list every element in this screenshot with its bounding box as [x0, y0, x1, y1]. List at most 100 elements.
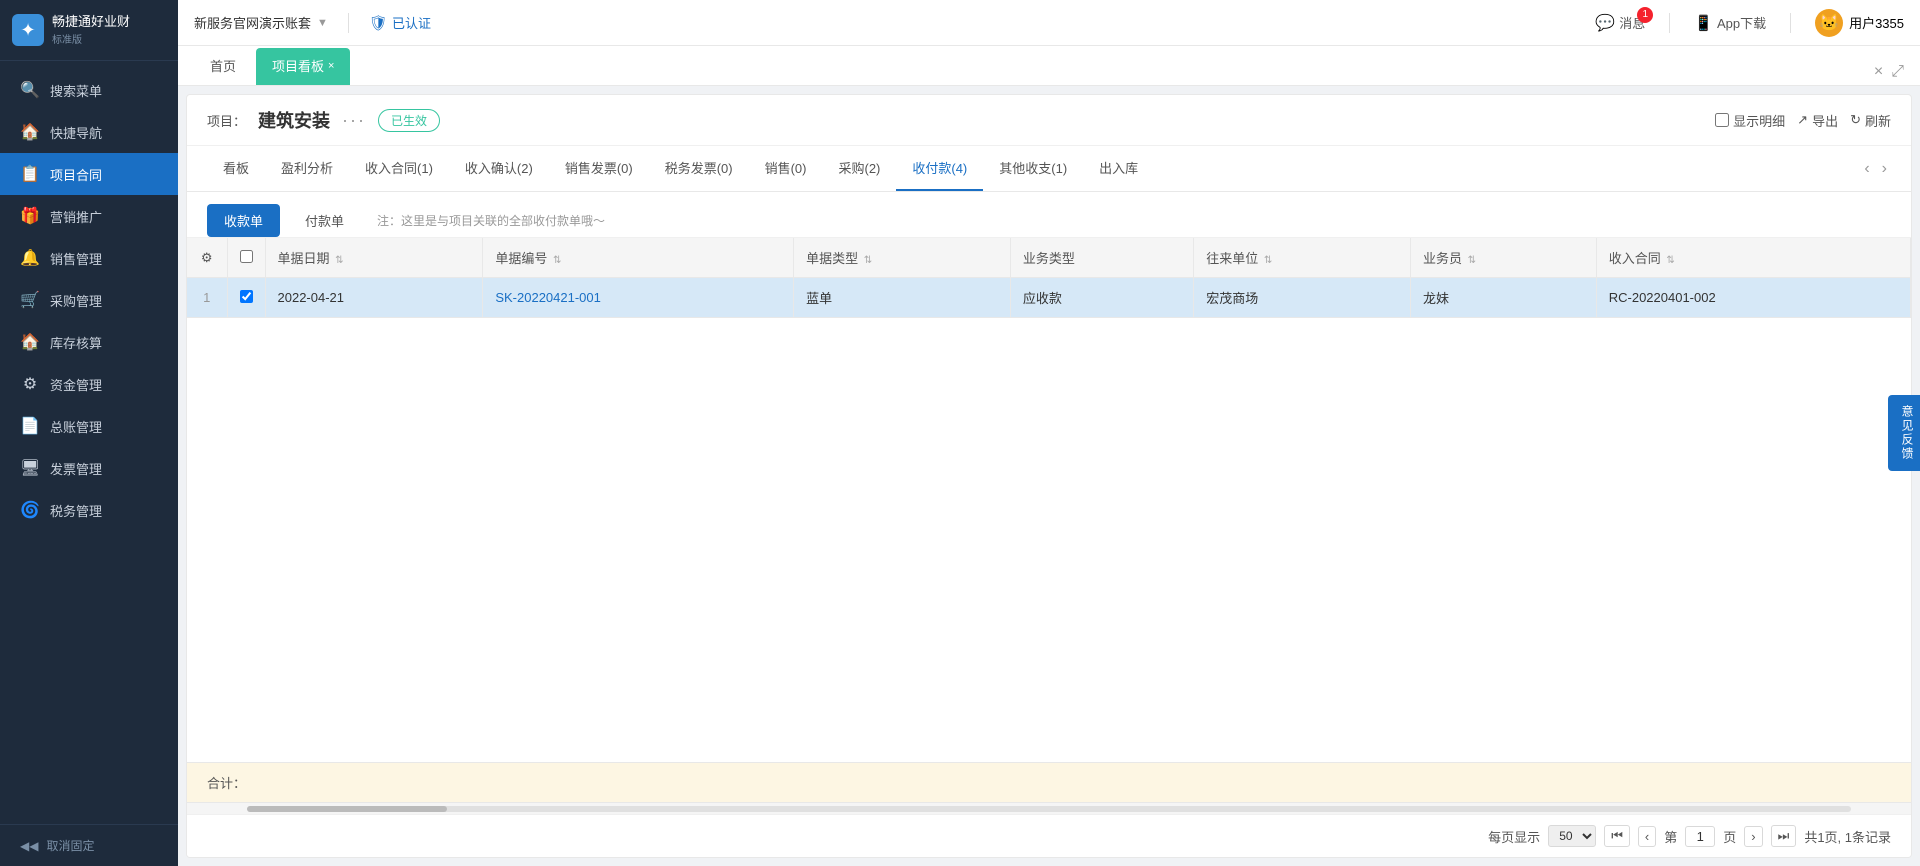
table-wrapper: ⚙ 单据日期 ⇅ 单据编号 ⇅ 单据类型 — [187, 238, 1911, 762]
tab-home-label: 首页 — [210, 56, 236, 75]
tab-receipt[interactable]: 收款单 — [207, 204, 280, 237]
sidebar-item-4[interactable]: 🔔 销售管理 — [0, 237, 178, 279]
show-detail-label[interactable]: 显示明细 — [1715, 111, 1785, 130]
project-dropdown-icon: ▼ — [317, 17, 328, 29]
tab-close-icon[interactable]: × — [328, 60, 334, 72]
biz-type-cell: 应收款 — [1010, 278, 1193, 318]
pagination: 每页显示 50 ⏮ ‹ 第 1 页 › ⏭ 共1页, 1条记录 — [187, 814, 1911, 857]
nav-icon-8: 📄 — [20, 416, 40, 436]
project-label: 项目： — [207, 111, 246, 130]
app-info: 畅捷通好业财 标准版 — [52, 14, 130, 46]
app-download-btn[interactable]: 📱 App下载 — [1694, 13, 1766, 32]
tab-payment[interactable]: 付款单 — [288, 204, 361, 237]
horizontal-scrollbar[interactable] — [187, 802, 1911, 814]
sub-tabs: 看板盈利分析收入合同(1)收入确认(2)销售发票(0)税务发票(0)销售(0)采… — [187, 146, 1911, 192]
feedback-btn[interactable]: 意见反馈 — [1888, 395, 1920, 471]
sidebar-item-10[interactable]: 🌀税务管理 — [0, 489, 178, 531]
sidebar-item-1[interactable]: 🏠快捷导航 — [0, 111, 178, 153]
sidebar-item-3[interactable]: 🎁营销推广 — [0, 195, 178, 237]
partner-sort-icon[interactable]: ⇅ — [1264, 255, 1272, 266]
sub-tab-10[interactable]: 出入库 — [1083, 146, 1154, 191]
select-all-checkbox[interactable] — [240, 250, 253, 263]
close-window-icon[interactable]: × — [1874, 63, 1883, 81]
contract-sort-icon[interactable]: ⇅ — [1666, 255, 1674, 266]
contract-col-header: 收入合同 ⇅ — [1596, 238, 1910, 278]
number-link[interactable]: SK-20220421-001 — [495, 290, 601, 305]
type-sort-icon[interactable]: ⇅ — [864, 255, 872, 266]
nav-label-4: 销售管理 — [50, 249, 102, 268]
nav-icon-4: 🔔 — [20, 248, 40, 268]
type-col-header: 单据类型 ⇅ — [794, 238, 1011, 278]
table-row[interactable]: 1 2022-04-21 SK-20220421-001 蓝单 应收款 宏茂商场… — [187, 278, 1911, 318]
sidebar-item-5[interactable]: 🛒采购管理 — [0, 279, 178, 321]
nav-label-10: 税务管理 — [50, 501, 102, 520]
sidebar-item-9[interactable]: 🖥发票管理 — [0, 447, 178, 489]
sidebar-item-6[interactable]: 🏠库存核算 — [0, 321, 178, 363]
sub-tab-2[interactable]: 收入合同(1) — [349, 146, 449, 191]
tab-home[interactable]: 首页 — [194, 48, 252, 85]
number-cell[interactable]: SK-20220421-001 — [483, 278, 794, 318]
project-more-btn[interactable]: ··· — [342, 110, 366, 131]
sub-tab-7[interactable]: 采购(2) — [822, 146, 896, 191]
app-name: 畅捷通好业财 — [52, 14, 130, 31]
settings-col-header[interactable]: ⚙ — [187, 238, 227, 278]
user-name: 用户3355 — [1849, 13, 1904, 32]
topbar-right: 💬 消息 1 📱 App下载 🐱 用户3355 — [1595, 9, 1904, 37]
inner-tab-note: 注：这里是与项目关联的全部收付款单哦～ — [377, 212, 605, 229]
number-sort-icon[interactable]: ⇅ — [553, 255, 561, 266]
row-checkbox-cell[interactable] — [227, 278, 265, 318]
sidebar-item-2[interactable]: 📋项目合同 — [0, 153, 178, 195]
next-page-btn[interactable]: › — [1744, 826, 1762, 847]
date-sort-icon[interactable]: ⇅ — [335, 255, 343, 266]
export-btn[interactable]: ↗ 导出 — [1797, 111, 1838, 130]
topbar-divider3 — [1790, 13, 1791, 33]
scrollbar-thumb[interactable] — [247, 806, 447, 812]
sub-tab-9[interactable]: 其他收支(1) — [983, 146, 1083, 191]
tab-project-board[interactable]: 项目看板 × — [256, 48, 350, 85]
sub-tab-0[interactable]: 看板 — [207, 146, 265, 191]
scrollbar-track — [247, 806, 1851, 812]
pin-icon: ◀◀ — [20, 839, 38, 853]
expand-window-icon[interactable]: ⤢ — [1891, 63, 1904, 81]
per-page-select[interactable]: 50 — [1548, 825, 1596, 847]
sub-tab-3[interactable]: 收入确认(2) — [449, 146, 549, 191]
sidebar-header: ✦ 畅捷通好业财 标准版 — [0, 0, 178, 61]
shield-icon: 🛡 — [369, 14, 388, 32]
nav-label-1: 快捷导航 — [50, 123, 102, 142]
first-page-btn[interactable]: ⏮ — [1604, 825, 1630, 847]
nav-label-9: 发票管理 — [50, 459, 102, 478]
app-logo: ✦ — [12, 14, 44, 46]
refresh-label: 刷新 — [1865, 111, 1891, 130]
nav-icon-3: 🎁 — [20, 206, 40, 226]
row-checkbox[interactable] — [240, 290, 253, 303]
per-page-label: 每页显示 — [1488, 827, 1540, 846]
sub-tab-6[interactable]: 销售(0) — [749, 146, 823, 191]
table-footer: 合计： — [187, 762, 1911, 802]
sub-tab-8[interactable]: 收付款(4) — [896, 146, 983, 191]
sub-tab-4[interactable]: 销售发票(0) — [549, 146, 649, 191]
certified-label: 已认证 — [392, 13, 431, 32]
tabbar-controls: × ⤢ — [1874, 63, 1904, 85]
nav-icon-6: 🏠 — [20, 332, 40, 352]
total-pages-label: 共1页, 1条记录 — [1804, 827, 1891, 846]
message-btn[interactable]: 💬 消息 1 — [1595, 13, 1645, 33]
sub-tab-5[interactable]: 税务发票(0) — [649, 146, 749, 191]
sidebar-item-0[interactable]: 🔍搜索菜单 — [0, 69, 178, 111]
project-title: 建筑安装 — [258, 107, 330, 133]
sidebar-footer-btn[interactable]: ◀◀ 取消固定 — [0, 824, 178, 866]
show-detail-checkbox[interactable] — [1715, 113, 1729, 127]
sub-tab-prev-icon[interactable]: ‹ — [1860, 156, 1873, 182]
user-menu[interactable]: 🐱 用户3355 — [1815, 9, 1904, 37]
sub-tab-next-icon[interactable]: › — [1878, 156, 1891, 182]
salesperson-sort-icon[interactable]: ⇅ — [1468, 255, 1476, 266]
last-page-btn[interactable]: ⏭ — [1771, 825, 1797, 847]
tab-project-board-label: 项目看板 — [272, 56, 324, 75]
sub-tab-1[interactable]: 盈利分析 — [265, 146, 349, 191]
project-selector[interactable]: 新服务官网演示账套 ▼ — [194, 13, 328, 32]
sidebar-item-8[interactable]: 📄总账管理 — [0, 405, 178, 447]
sidebar-item-7[interactable]: ⚙资金管理 — [0, 363, 178, 405]
refresh-btn[interactable]: ↻ 刷新 — [1850, 111, 1891, 130]
total-label: 合计： — [207, 773, 246, 792]
prev-page-btn[interactable]: ‹ — [1638, 826, 1656, 847]
app-version: 标准版 — [52, 31, 130, 46]
